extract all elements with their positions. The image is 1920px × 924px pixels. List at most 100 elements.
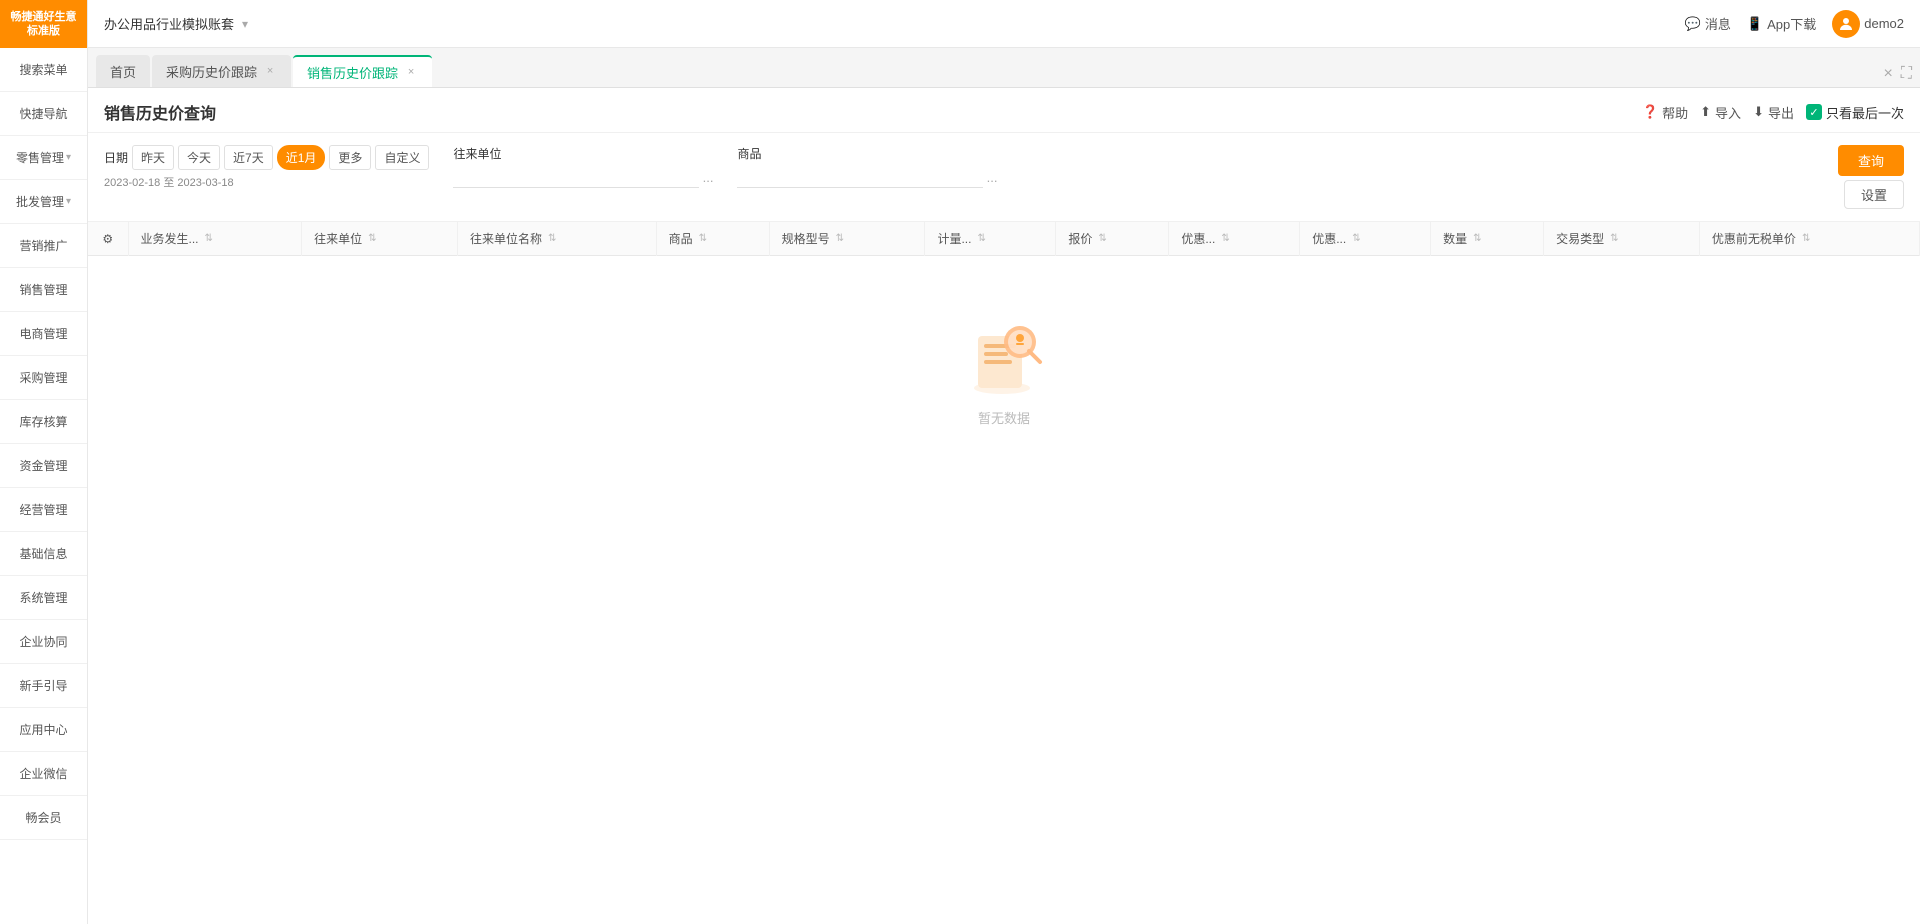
partner-filter-group: 往来单位 ...	[453, 145, 713, 188]
tab-sales-label: 销售历史价跟踪	[307, 63, 398, 82]
sidebar-item-label-15: 应用中心	[19, 721, 67, 738]
th-pre_tax_price[interactable]: 优惠前无税单价⇅	[1699, 222, 1919, 256]
sidebar-item-label-3: 批发管理	[16, 193, 64, 210]
sidebar-item-0[interactable]: 搜索菜单	[0, 48, 87, 92]
date-btn-0[interactable]: 昨天	[132, 145, 174, 170]
sidebar-item-label-11: 基础信息	[19, 545, 67, 562]
sidebar-item-label-13: 企业协同	[19, 633, 67, 650]
query-button[interactable]: 查询	[1838, 145, 1904, 176]
sidebar-item-3[interactable]: 批发管理 ▾	[0, 180, 87, 224]
sidebar-item-label-10: 经营管理	[19, 501, 67, 518]
sidebar-item-13[interactable]: 企业协同	[0, 620, 87, 664]
sidebar-item-15[interactable]: 应用中心	[0, 708, 87, 752]
sidebar-item-label-0: 搜索菜单	[19, 61, 67, 78]
help-button[interactable]: ❓ 帮助	[1642, 103, 1688, 122]
partner-dots[interactable]: ...	[703, 170, 714, 185]
th-discount1[interactable]: 优惠...⇅	[1169, 222, 1300, 256]
th-settings: ⚙	[88, 222, 128, 256]
date-btn-5[interactable]: 自定义	[375, 145, 429, 170]
page-title: 销售历史价查询	[104, 100, 216, 124]
page-header-actions: ❓ 帮助 ⬆ 导入 ⬇ 导出 ✓ 只看最后一次	[1642, 103, 1904, 122]
sidebar-item-label-5: 销售管理	[19, 281, 67, 298]
sidebar-item-17[interactable]: 畅会员	[0, 796, 87, 840]
logo: 畅捷通好生意 标准版	[0, 0, 87, 48]
message-button[interactable]: 💬 消息	[1685, 14, 1731, 33]
content-area: 销售历史价查询 ❓ 帮助 ⬆ 导入 ⬇ 导出 ✓ 只看最后一次	[88, 88, 1920, 924]
sidebar-item-label-4: 营销推广	[19, 237, 67, 254]
goods-dots[interactable]: ...	[987, 170, 998, 185]
topbar-title: 办公用品行业模拟账套	[104, 14, 234, 33]
date-btn-2[interactable]: 近7天	[224, 145, 273, 170]
sidebar-item-4[interactable]: 营销推广	[0, 224, 87, 268]
expand-window-button[interactable]: ⛶	[1901, 65, 1912, 83]
sidebar-item-label-17: 畅会员	[25, 809, 61, 826]
th-quantity[interactable]: 数量⇅	[1431, 222, 1544, 256]
chevron-icon-3: ▾	[66, 196, 71, 207]
app-download-button[interactable]: 📱 App下载	[1747, 14, 1816, 33]
th-quote[interactable]: 报价⇅	[1056, 222, 1169, 256]
date-btn-1[interactable]: 今天	[178, 145, 220, 170]
tab-home[interactable]: 首页	[96, 55, 150, 87]
main-content: 办公用品行业模拟账套 ▾ 💬 消息 📱 App下载 demo2 首页	[88, 0, 1920, 924]
goods-input-row: ...	[737, 166, 997, 188]
th-partner_name[interactable]: 往来单位名称⇅	[457, 222, 656, 256]
partner-filter-label: 往来单位	[453, 145, 713, 162]
sidebar-item-10[interactable]: 经营管理	[0, 488, 87, 532]
sidebar-item-label-16: 企业微信	[19, 765, 67, 782]
tab-purchase-history[interactable]: 采购历史价跟踪 ×	[152, 55, 291, 87]
th-discount2[interactable]: 优惠...⇅	[1300, 222, 1431, 256]
export-button[interactable]: ⬇ 导出	[1753, 103, 1794, 122]
th-trade_type[interactable]: 交易类型⇅	[1544, 222, 1700, 256]
th-partner_code[interactable]: 往来单位⇅	[302, 222, 458, 256]
import-button[interactable]: ⬆ 导入	[1700, 103, 1741, 122]
settings-button[interactable]: 设置	[1844, 180, 1904, 209]
sidebar-item-14[interactable]: 新手引导	[0, 664, 87, 708]
topbar-dropdown-icon[interactable]: ▾	[242, 17, 248, 31]
date-btn-4[interactable]: 更多	[329, 145, 371, 170]
date-range-display: 2023-02-18 至 2023-03-18	[104, 174, 429, 190]
sidebar-item-11[interactable]: 基础信息	[0, 532, 87, 576]
empty-state: 暂无数据	[88, 256, 1920, 487]
sort-icon-discount1: ⇅	[1221, 233, 1229, 244]
sidebar-item-label-7: 采购管理	[19, 369, 67, 386]
help-icon: ❓	[1642, 104, 1658, 120]
sidebar-item-1[interactable]: 快捷导航	[0, 92, 87, 136]
th-goods[interactable]: 商品⇅	[656, 222, 769, 256]
th-unit[interactable]: 计量...⇅	[925, 222, 1056, 256]
sidebar-item-label-9: 资金管理	[19, 457, 67, 474]
sidebar-item-8[interactable]: 库存核算	[0, 400, 87, 444]
tab-purchase-close[interactable]: ×	[263, 64, 277, 78]
tab-sales-history[interactable]: 销售历史价跟踪 ×	[293, 55, 432, 87]
goods-filter-label: 商品	[737, 145, 997, 162]
sidebar-item-16[interactable]: 企业微信	[0, 752, 87, 796]
sidebar-item-2[interactable]: 零售管理 ▾	[0, 136, 87, 180]
sort-icon-trade_type: ⇅	[1610, 233, 1618, 244]
sidebar-item-6[interactable]: 电商管理	[0, 312, 87, 356]
gear-icon[interactable]: ⚙	[102, 232, 113, 246]
close-all-tabs-button[interactable]: ×	[1883, 65, 1892, 83]
date-filter-label: 日期	[104, 149, 128, 166]
partner-input[interactable]	[453, 166, 698, 188]
only-last-checkbox[interactable]: ✓ 只看最后一次	[1806, 103, 1904, 122]
partner-input-row: ...	[453, 166, 713, 188]
sort-icon-goods: ⇅	[699, 233, 707, 244]
date-btn-3[interactable]: 近1月	[277, 145, 326, 170]
chevron-icon-2: ▾	[66, 152, 71, 163]
sort-icon-partner_code: ⇅	[368, 233, 376, 244]
sidebar-item-12[interactable]: 系统管理	[0, 576, 87, 620]
sidebar-item-5[interactable]: 销售管理	[0, 268, 87, 312]
tab-sales-close[interactable]: ×	[404, 65, 418, 79]
topbar: 办公用品行业模拟账套 ▾ 💬 消息 📱 App下载 demo2	[88, 0, 1920, 48]
goods-input[interactable]	[737, 166, 982, 188]
sidebar-item-label-1: 快捷导航	[19, 105, 67, 122]
topbar-right: 💬 消息 📱 App下载 demo2	[1685, 10, 1904, 38]
sidebar-item-9[interactable]: 资金管理	[0, 444, 87, 488]
user-menu[interactable]: demo2	[1832, 10, 1904, 38]
tabbar: 首页 采购历史价跟踪 × 销售历史价跟踪 × × ⛶	[88, 48, 1920, 88]
sidebar-item-7[interactable]: 采购管理	[0, 356, 87, 400]
goods-filter-group: 商品 ...	[737, 145, 997, 188]
th-business_date[interactable]: 业务发生...⇅	[128, 222, 302, 256]
checkbox-icon: ✓	[1806, 104, 1822, 120]
th-spec[interactable]: 规格型号⇅	[769, 222, 925, 256]
sort-icon-quote: ⇅	[1098, 233, 1106, 244]
